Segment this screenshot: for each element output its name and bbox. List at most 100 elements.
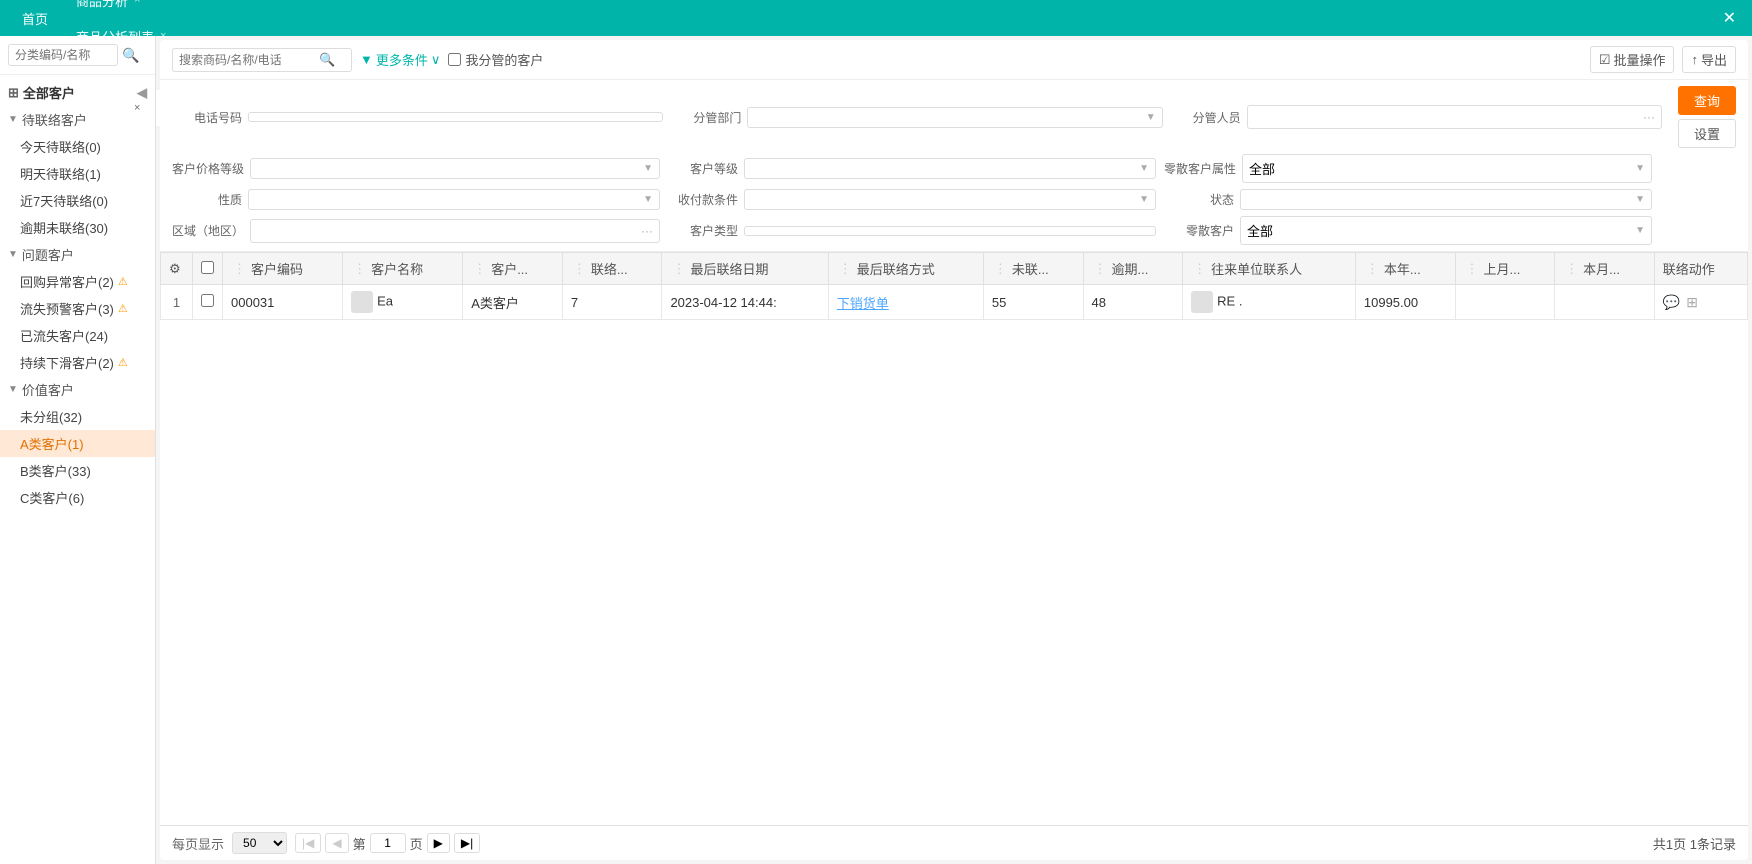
cust-level-input[interactable]: ▼ xyxy=(744,158,1156,179)
price-level-input[interactable]: ▼ xyxy=(250,158,660,179)
chat-icon[interactable]: 💬 xyxy=(1663,294,1680,311)
sidebar-section-待联络客户[interactable]: ▼待联络客户 xyxy=(0,106,155,133)
sidebar-item-B类客户(33)[interactable]: B类客户(33) xyxy=(0,457,155,484)
sidebar-item-流失预警客户(3)[interactable]: 流失预警客户(3)⚠ xyxy=(0,295,155,322)
row-last-contact-method[interactable]: 下销货单 xyxy=(828,285,983,320)
status-label: 状态 xyxy=(1164,191,1234,208)
contact-method-link[interactable]: 下销货单 xyxy=(837,296,889,311)
phone-label: 电话号码 xyxy=(172,109,242,126)
page-number-input[interactable] xyxy=(370,833,406,853)
tab-close-icon[interactable]: × xyxy=(160,66,166,78)
contact-count-col-sort[interactable]: ⋮ 联络... xyxy=(571,259,628,278)
content-area: 🔍 ▼ 更多条件 ∨ 我分管的客户 ☑ 批量操作 ↑ 导出 xyxy=(160,40,1748,860)
sidebar-all-customers[interactable]: ⊞ 全部客户 ◀ xyxy=(0,75,155,106)
code-col-sort[interactable]: ⋮ 客户编码 xyxy=(231,259,303,278)
sidebar-search-input[interactable] xyxy=(8,44,118,66)
retail-cust-caret-icon: ▼ xyxy=(1635,225,1645,236)
this-year-col-sort[interactable]: ⋮ 本年... xyxy=(1364,259,1421,278)
col-this-year: ⋮ 本年... xyxy=(1355,253,1455,285)
sidebar-section-问题客户[interactable]: ▼问题客户 xyxy=(0,241,155,268)
name-col-sort[interactable]: ⋮ 客户名称 xyxy=(351,259,423,278)
status-caret-icon: ▼ xyxy=(1635,194,1645,205)
col-settings[interactable]: ⚙ xyxy=(161,253,193,285)
filter-nature: 性质 ▼ xyxy=(172,189,660,210)
my-customers-checkbox-label[interactable]: 我分管的客户 xyxy=(448,50,543,69)
person-input[interactable]: ··· xyxy=(1247,105,1662,129)
sidebar-section-价值客户[interactable]: ▼价值客户 xyxy=(0,376,155,403)
my-customers-checkbox[interactable] xyxy=(448,53,461,66)
select-all-checkbox[interactable] xyxy=(201,261,214,274)
nature-input[interactable]: ▼ xyxy=(248,189,660,210)
sidebar-item-近7天待联络(0)[interactable]: 近7天待联络(0) xyxy=(0,187,155,214)
region-input[interactable]: ··· xyxy=(250,219,660,243)
page-size-select[interactable]: 50 100 xyxy=(232,832,287,854)
dept-input[interactable]: ▼ xyxy=(747,107,1162,128)
level-col-sort[interactable]: ⋮ 客户... xyxy=(471,259,528,278)
status-input[interactable]: ▼ xyxy=(1240,189,1652,210)
batch-ops-button[interactable]: ☑ 批量操作 xyxy=(1590,46,1675,73)
sidebar-item-逾期未联络(30)[interactable]: 逾期未联络(30) xyxy=(0,214,155,241)
more-conditions-button[interactable]: ▼ 更多条件 ∨ xyxy=(360,50,440,69)
top-nav: 首页 销货单×进货单×商品分析×商品分析列表×客户分层经营×客户联络× ✕ xyxy=(0,0,1752,36)
col-last-contact-date: ⋮ 最后联络日期 xyxy=(662,253,828,285)
filter-cust-level: 客户等级 ▼ xyxy=(668,158,1156,179)
nav-home[interactable]: 首页 xyxy=(8,9,62,28)
sidebar-item-已流失客户(24)[interactable]: 已流失客户(24) xyxy=(0,322,155,349)
sidebar-search-icon[interactable]: 🔍 xyxy=(122,47,139,64)
query-button[interactable]: 查询 xyxy=(1678,86,1736,115)
qr-icon[interactable]: ⊞ xyxy=(1686,294,1698,311)
sidebar-item-A类客户(1)[interactable]: A类客户(1) xyxy=(0,430,155,457)
sidebar-collapse-icon[interactable]: ◀ xyxy=(137,85,147,101)
sidebar-item-回购异常客户(2)[interactable]: 回购异常客户(2)⚠ xyxy=(0,268,155,295)
export-button[interactable]: ↑ 导出 xyxy=(1682,46,1736,73)
close-app-button[interactable]: ✕ xyxy=(1715,8,1744,28)
tab-close-icon[interactable]: × xyxy=(134,0,140,6)
settings-col-icon[interactable]: ⚙ xyxy=(169,261,181,276)
sidebar: 🔍 ⊞ 全部客户 ◀ ▼待联络客户今天待联络(0)明天待联络(1)近7天待联络(… xyxy=(0,36,156,864)
this-month-col-sort[interactable]: ⋮ 本月... xyxy=(1563,259,1620,278)
sidebar-item-持续下滑客户(2)[interactable]: 持续下滑客户(2)⚠ xyxy=(0,349,155,376)
settings-button[interactable]: 设置 xyxy=(1678,119,1736,148)
sidebar-item-明天待联络(1)[interactable]: 明天待联络(1) xyxy=(0,160,155,187)
phone-input[interactable] xyxy=(248,112,663,122)
first-page-button[interactable]: |◀ xyxy=(295,833,321,853)
row-overdue: 48 xyxy=(1083,285,1183,320)
retail-attr-caret-icon: ▼ xyxy=(1635,163,1645,174)
warn-icon: ⚠ xyxy=(118,302,128,315)
last-contact-method-col-sort[interactable]: ⋮ 最后联络方式 xyxy=(837,259,935,278)
tab-close-icon[interactable]: × xyxy=(134,102,140,114)
cust-type-input[interactable] xyxy=(744,226,1156,236)
col-checkbox[interactable] xyxy=(193,253,223,285)
page-size-label: 每页显示 xyxy=(172,834,224,853)
last-contact-date-col-sort[interactable]: ⋮ 最后联络日期 xyxy=(670,259,768,278)
filter-search-input[interactable] xyxy=(179,53,319,67)
no-contact-col-sort[interactable]: ⋮ 未联... xyxy=(992,259,1049,278)
sidebar-item-今天待联络(0)[interactable]: 今天待联络(0) xyxy=(0,133,155,160)
row-code: 000031 xyxy=(223,285,343,320)
sidebar-item-未分组(32)[interactable]: 未分组(32) xyxy=(0,403,155,430)
col-name: ⋮ 客户名称 xyxy=(343,253,463,285)
dept-caret-icon: ▼ xyxy=(1146,112,1156,123)
row-no-contact-days: 55 xyxy=(983,285,1083,320)
sidebar-item-C类客户(6)[interactable]: C类客户(6) xyxy=(0,484,155,511)
next-page-button[interactable]: ▶ xyxy=(427,833,450,853)
filter-retail-attr: 零散客户属性 全部 ▼ xyxy=(1164,154,1652,183)
prev-page-button[interactable]: ◀ xyxy=(325,833,348,853)
col-overdue: ⋮ 逾期... xyxy=(1083,253,1183,285)
last-contact-date-sep: ⋮ xyxy=(672,261,685,277)
last-page-button[interactable]: ▶| xyxy=(454,833,480,853)
row-checkbox-cell[interactable] xyxy=(193,285,223,320)
contact-person-col-sort[interactable]: ⋮ 往来单位联系人 xyxy=(1191,259,1302,278)
last-month-col-sort[interactable]: ⋮ 上月... xyxy=(1464,259,1521,278)
tab-close-icon[interactable]: × xyxy=(160,30,166,42)
overdue-col-sort[interactable]: ⋮ 逾期... xyxy=(1092,259,1149,278)
advanced-filter: 电话号码 分管部门 ▼ 分管人员 ··· 查询 设置 xyxy=(160,80,1748,252)
nav-tab-商品分析[interactable]: 商品分析× xyxy=(62,0,180,18)
retail-cust-input[interactable]: 全部 ▼ xyxy=(1240,216,1652,245)
payment-input[interactable]: ▼ xyxy=(744,189,1156,210)
row-checkbox[interactable] xyxy=(201,294,214,307)
this-year-sep: ⋮ xyxy=(1366,261,1379,277)
filter-search-icon[interactable]: 🔍 xyxy=(319,52,335,68)
sidebar-search-container: 🔍 xyxy=(0,36,155,75)
retail-attr-input[interactable]: 全部 ▼ xyxy=(1242,154,1652,183)
